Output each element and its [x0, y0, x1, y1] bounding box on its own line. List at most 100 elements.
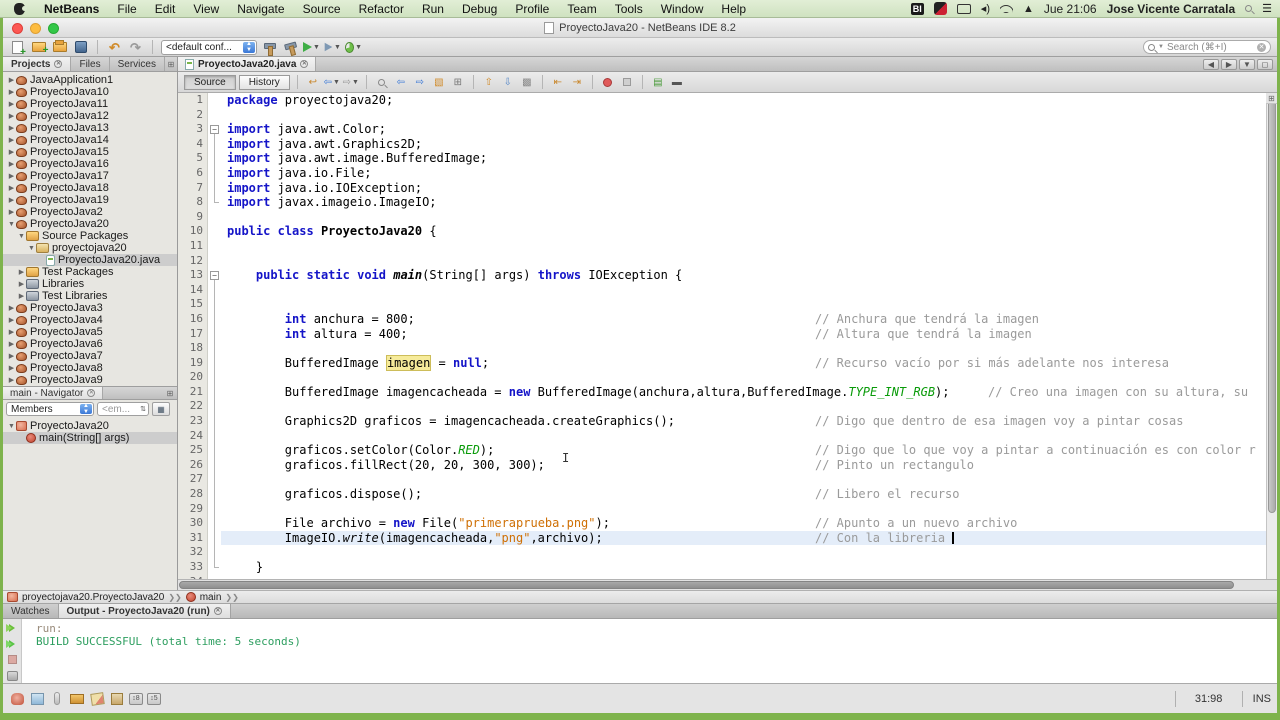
project-item-proyectojava20-java[interactable]: ProyectoJava20.java: [3, 254, 177, 266]
close-icon[interactable]: ✕: [54, 60, 63, 68]
menu-debug[interactable]: Debug: [453, 2, 506, 16]
tab-files[interactable]: Files: [71, 57, 110, 71]
clean-build-project-button[interactable]: [282, 40, 299, 55]
expand-arrow-icon[interactable]: ▶: [7, 208, 16, 216]
menu-navigate[interactable]: Navigate: [228, 2, 293, 16]
back-icon[interactable]: ⇦ ▼: [324, 75, 340, 90]
project-item-source-packages[interactable]: ▼ Source Packages: [3, 230, 177, 242]
output-console[interactable]: run: BUILD SUCCESSFUL (total time: 5 seco…: [22, 619, 1277, 683]
code-line-17[interactable]: 17 int altura = 400; // Altura que tendrá…: [178, 326, 1277, 342]
code-line-10[interactable]: 10 public class ProyectoJava20 {: [178, 224, 1277, 239]
code-line-20[interactable]: 20: [178, 370, 1277, 385]
split-editor-icon[interactable]: ⊞: [1266, 93, 1277, 104]
divider-handle-icon[interactable]: [49, 692, 65, 706]
menu-profile[interactable]: Profile: [506, 2, 558, 16]
scroll-tabs-left-icon[interactable]: ◀: [1203, 58, 1219, 70]
project-item-proyectojava19[interactable]: ▶ ProyectoJava19: [3, 194, 177, 206]
close-window-button[interactable]: [12, 23, 23, 34]
collapse-arrow-icon[interactable]: ▼: [7, 221, 16, 228]
scroll-tabs-right-icon[interactable]: ▶: [1221, 58, 1237, 70]
code-line-6[interactable]: 6 import java.io.File;: [178, 165, 1277, 181]
code-line-22[interactable]: 22: [178, 399, 1277, 415]
editor-vertical-scrollbar[interactable]: [1266, 93, 1277, 579]
code-line-19[interactable]: 19 BufferedImage imagen = null; // Recurs…: [178, 354, 1277, 371]
code-line-13[interactable]: 13− public static void main(String[] arg…: [178, 268, 1277, 283]
code-line-11[interactable]: 11: [178, 238, 1277, 254]
display-menu-icon[interactable]: [956, 3, 971, 14]
expand-arrow-icon[interactable]: ▶: [7, 136, 16, 144]
expand-arrow-icon[interactable]: ▶: [7, 172, 16, 180]
project-item-proyectojava3[interactable]: ▶ ProyectoJava3: [3, 302, 177, 314]
open-project-button[interactable]: [51, 40, 68, 55]
expand-arrow-icon[interactable]: ▶: [7, 148, 16, 156]
expand-arrow-icon[interactable]: ▶: [17, 292, 26, 300]
notification-center-icon[interactable]: ☰: [1262, 2, 1272, 15]
gauge-icon[interactable]: ↕5: [147, 692, 161, 705]
code-line-1[interactable]: 1 package proyectojava20;: [178, 93, 1277, 108]
project-item-proyectojava10[interactable]: ▶ ProyectoJava10: [3, 86, 177, 98]
code-line-26[interactable]: 26 graficos.fillRect(20, 20, 300, 300); /…: [178, 457, 1277, 473]
close-icon[interactable]: ✕: [300, 60, 309, 68]
menu-source[interactable]: Source: [294, 2, 350, 16]
expand-arrow-icon[interactable]: ▶: [7, 112, 16, 120]
code-line-31[interactable]: 31 ImageIO.write(imagencacheada,"png",ar…: [178, 530, 1277, 546]
tab-services[interactable]: Services: [110, 57, 165, 71]
run-project-button[interactable]: ▼: [303, 40, 320, 55]
toolbox-icon[interactable]: [69, 692, 85, 706]
code-line-5[interactable]: 5 import java.awt.image.BufferedImage;: [178, 151, 1277, 166]
project-item-proyectojava12[interactable]: ▶ ProyectoJava12: [3, 110, 177, 122]
shift-line-right-icon[interactable]: ⇥: [569, 75, 585, 90]
navigator-item-main-string-args-[interactable]: main(String[] args): [3, 432, 177, 444]
collapse-arrow-icon[interactable]: ▼: [17, 233, 26, 240]
stop-macro-recording-icon[interactable]: [619, 75, 635, 90]
next-bookmark-icon[interactable]: ⇩: [500, 75, 516, 90]
project-item-proyectojava15[interactable]: ▶ ProyectoJava15: [3, 146, 177, 158]
window-titlebar[interactable]: ProyectoJava20 - NetBeans IDE 8.2: [3, 18, 1277, 38]
menu-team[interactable]: Team: [558, 2, 605, 16]
undo-button[interactable]: ↶: [106, 40, 123, 55]
code-line-18[interactable]: 18: [178, 341, 1277, 356]
menu-edit[interactable]: Edit: [146, 2, 185, 16]
expand-arrow-icon[interactable]: ▶: [7, 76, 16, 84]
expand-arrow-icon[interactable]: ▶: [7, 88, 16, 96]
expand-arrow-icon[interactable]: ▶: [7, 364, 16, 372]
code-line-2[interactable]: 2: [178, 107, 1277, 123]
project-item-test-packages[interactable]: ▶ Test Packages: [3, 266, 177, 278]
tab-projects[interactable]: Projects ✕: [3, 57, 72, 71]
expand-arrow-icon[interactable]: ▶: [7, 184, 16, 192]
expand-arrow-icon[interactable]: ▶: [7, 328, 16, 336]
navigator-item-proyectojava20[interactable]: ▼ ProyectoJava20: [3, 420, 177, 432]
project-item-proyectojava8[interactable]: ▶ ProyectoJava8: [3, 362, 177, 374]
code-line-12[interactable]: 12: [178, 253, 1277, 269]
tab-navigator[interactable]: main - Navigator ✕: [3, 387, 104, 399]
java-app-icon[interactable]: [9, 692, 25, 706]
expand-arrow-icon[interactable]: ▶: [7, 160, 16, 168]
code-line-3[interactable]: 3− import java.awt.Color;: [178, 122, 1277, 137]
code-line-24[interactable]: 24: [178, 428, 1277, 444]
project-item-proyectojava14[interactable]: ▶ ProyectoJava14: [3, 134, 177, 146]
code-line-32[interactable]: 32: [178, 545, 1277, 560]
project-item-libraries[interactable]: ▶ Libraries: [3, 278, 177, 290]
code-line-28[interactable]: 28 graficos.dispose(); // Libero el recur…: [178, 487, 1277, 502]
tab-watches[interactable]: Watches: [3, 604, 59, 618]
code-line-16[interactable]: 16 int anchura = 800; // Anchura que tend…: [178, 311, 1277, 327]
code-line-33[interactable]: 33 }: [178, 560, 1277, 575]
collapse-arrow-icon[interactable]: ▼: [27, 245, 36, 252]
save-all-button[interactable]: [72, 40, 89, 55]
zoom-window-button[interactable]: [48, 23, 59, 34]
rerun-with-options-icon[interactable]: [5, 637, 19, 650]
code-line-9[interactable]: 9: [178, 209, 1277, 225]
new-file-button[interactable]: [9, 40, 26, 58]
toggle-bookmark-icon[interactable]: ▩: [519, 75, 535, 90]
volume-icon[interactable]: ◂): [981, 2, 990, 15]
forward-icon[interactable]: ⇨ ▼: [343, 75, 359, 90]
code-line-8[interactable]: 8 import javax.imageio.ImageIO;: [178, 195, 1277, 210]
project-item-proyectojava11[interactable]: ▶ ProyectoJava11: [3, 98, 177, 110]
start-macro-recording-icon[interactable]: [600, 75, 616, 90]
menu-refactor[interactable]: Refactor: [350, 2, 413, 16]
project-item-proyectojava18[interactable]: ▶ ProyectoJava18: [3, 182, 177, 194]
expand-arrow-icon[interactable]: ▶: [7, 316, 16, 324]
breadcrumb-method[interactable]: main: [200, 592, 222, 603]
build-project-button[interactable]: [261, 40, 278, 56]
code-line-14[interactable]: 14: [178, 282, 1277, 298]
